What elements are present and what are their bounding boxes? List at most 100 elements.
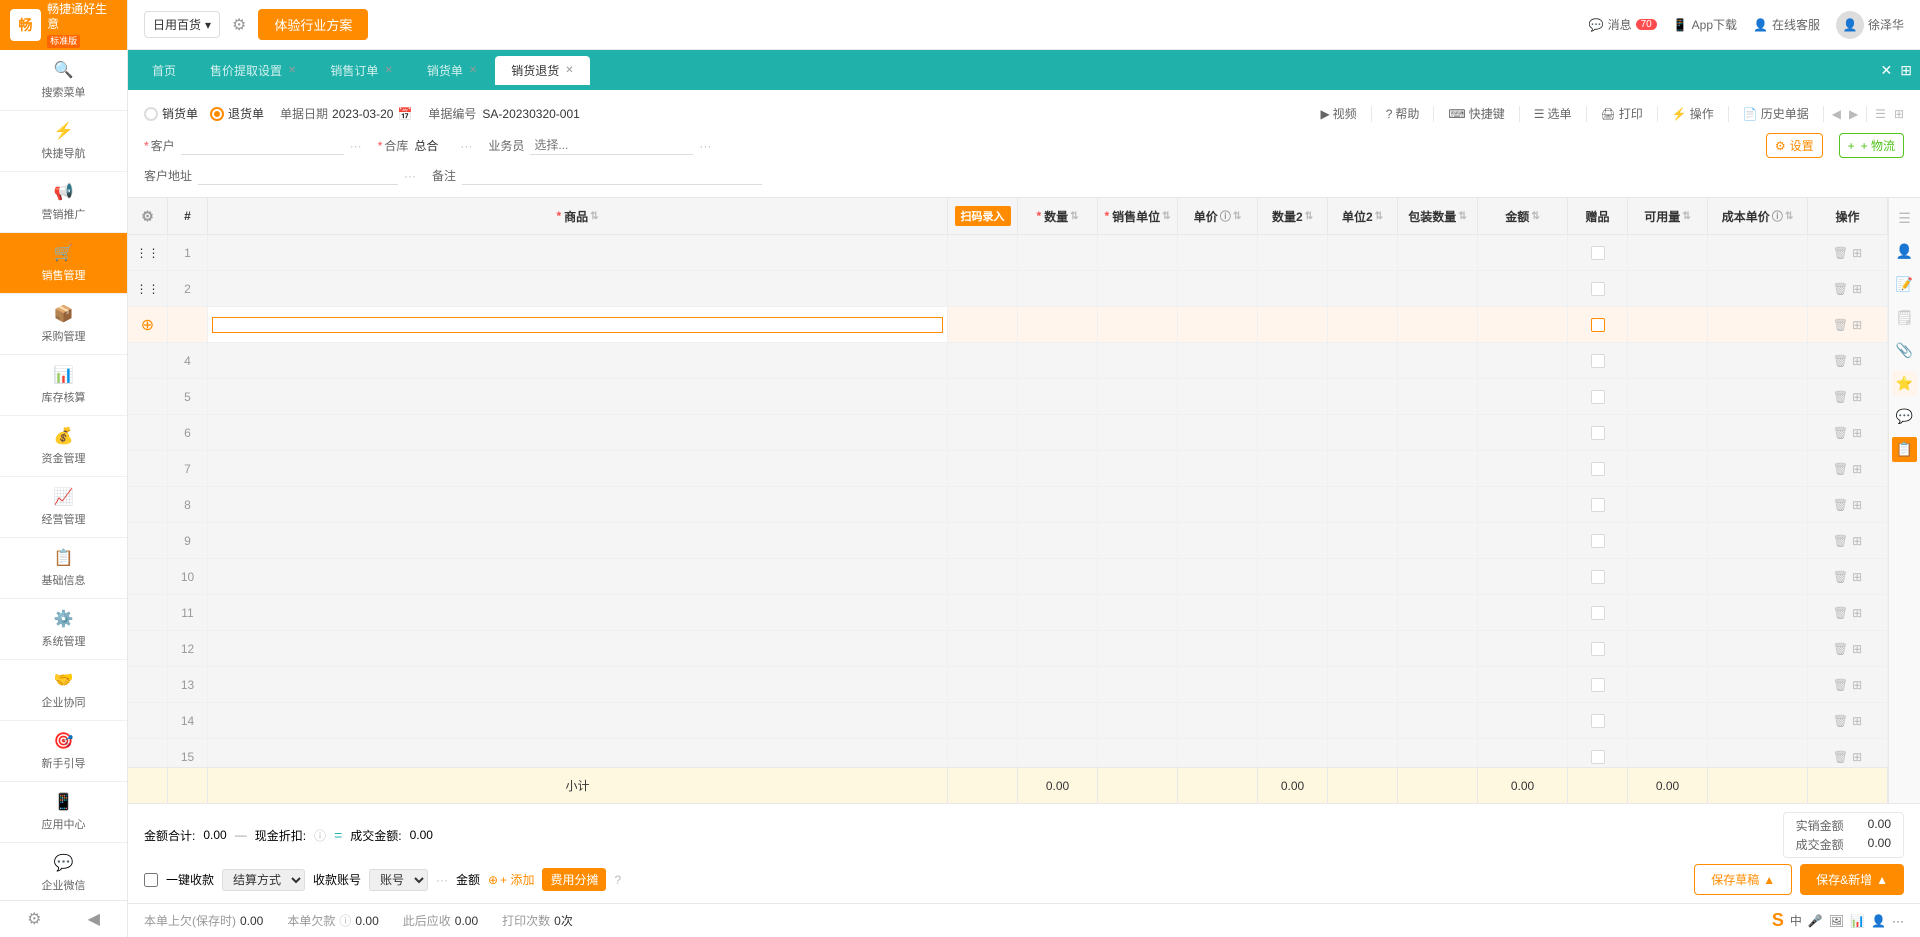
- cell-settings-1[interactable]: ⋮⋮: [128, 235, 168, 270]
- gift-checkbox-3[interactable]: [1591, 318, 1605, 332]
- copy-icon[interactable]: ⊞: [1852, 426, 1862, 440]
- delete-icon[interactable]: 🗑: [1833, 714, 1848, 728]
- app-download-btn[interactable]: 📱 App下载: [1673, 16, 1737, 33]
- right-panel-icon-1[interactable]: ☰: [1894, 206, 1915, 231]
- cell-price-3[interactable]: [1178, 307, 1258, 342]
- delete-row-icon-2[interactable]: 🗑: [1833, 282, 1848, 296]
- tab-close-sales-delivery[interactable]: ✕: [469, 65, 477, 76]
- delete-icon[interactable]: 🗑: [1833, 678, 1848, 692]
- delete-icon[interactable]: 🗑: [1833, 426, 1848, 440]
- add-row-icon[interactable]: ⊕: [141, 315, 154, 335]
- cell-unit2-2[interactable]: [1328, 271, 1398, 306]
- right-panel-icon-5[interactable]: 📎: [1892, 338, 1917, 363]
- tab-price-setting[interactable]: 售价提取设置 ✕: [194, 56, 312, 85]
- tab-close-all-icon[interactable]: ✕: [1881, 62, 1893, 79]
- nav-next-icon[interactable]: ▶: [1849, 107, 1858, 121]
- sidebar-item-finance[interactable]: 💰 资金管理: [0, 416, 127, 477]
- settle-method-select[interactable]: 结算方式: [222, 869, 305, 891]
- cell-gift-1[interactable]: [1568, 235, 1628, 270]
- calendar-icon[interactable]: 📅: [397, 107, 412, 121]
- cell-gift-3[interactable]: [1568, 307, 1628, 342]
- delete-icon[interactable]: 🗑: [1833, 390, 1848, 404]
- amount-input-1[interactable]: [1482, 246, 1563, 260]
- qty-input-1[interactable]: [1022, 246, 1093, 260]
- fee-split-help-icon[interactable]: ?: [614, 873, 621, 887]
- delete-icon[interactable]: 🗑: [1833, 498, 1848, 512]
- table-icon[interactable]: 📊: [1850, 914, 1865, 928]
- history-btn[interactable]: 📄 历史单据: [1737, 102, 1815, 125]
- delete-icon[interactable]: 🗑: [1833, 534, 1848, 548]
- cell-gift-2[interactable]: [1568, 271, 1628, 306]
- copy-icon[interactable]: ⊞: [1852, 606, 1862, 620]
- cell-unit-3[interactable]: [1098, 307, 1178, 342]
- tab-menu-icon[interactable]: ⊞: [1900, 62, 1912, 79]
- product-input-1[interactable]: [212, 246, 943, 260]
- gift-checkbox-2[interactable]: [1591, 282, 1605, 296]
- save-new-btn[interactable]: 保存&新增 ▲: [1800, 864, 1904, 895]
- copy-icon[interactable]: ⊞: [1852, 750, 1862, 764]
- gift-checkbox-1[interactable]: [1591, 246, 1605, 260]
- copy-icon[interactable]: ⊞: [1852, 498, 1862, 512]
- copy-icon[interactable]: ⊞: [1852, 462, 1862, 476]
- tab-sales-order[interactable]: 销售订单 ✕: [314, 56, 408, 85]
- delete-icon[interactable]: 🗑: [1833, 462, 1848, 476]
- delete-icon[interactable]: 🗑: [1833, 750, 1848, 764]
- img-icon[interactable]: 🖼: [1829, 914, 1844, 928]
- amount-sort-icon[interactable]: ⇅: [1531, 211, 1539, 222]
- save-draft-btn[interactable]: 保存草稿 ▲: [1694, 864, 1792, 895]
- cell-product-2[interactable]: [208, 271, 948, 306]
- cell-qty-1[interactable]: [1018, 235, 1098, 270]
- cell-qty-3[interactable]: [1018, 307, 1098, 342]
- sidebar-item-wechat[interactable]: 💬 企业微信: [0, 843, 127, 900]
- tab-sales-return[interactable]: 销货退货 ✕: [495, 56, 589, 85]
- cell-unit2-3[interactable]: [1328, 307, 1398, 342]
- staff-input[interactable]: [530, 136, 693, 155]
- scan-btn[interactable]: 扫码录入: [955, 206, 1011, 226]
- one-click-payment-checkbox[interactable]: [144, 873, 158, 887]
- copy-icon[interactable]: ⊞: [1852, 570, 1862, 584]
- address-input[interactable]: [198, 166, 398, 185]
- cell-pack-2[interactable]: [1398, 271, 1478, 306]
- qty2-input-1[interactable]: [1262, 246, 1323, 260]
- delete-row-icon-1[interactable]: 🗑: [1833, 246, 1848, 260]
- fee-split-btn[interactable]: 费用分摊: [542, 868, 606, 891]
- col-header-settings[interactable]: ⚙: [128, 198, 168, 234]
- price-sort-icon[interactable]: ⇅: [1233, 211, 1241, 222]
- cell-price-2[interactable]: [1178, 271, 1258, 306]
- sidebar-item-shortcut[interactable]: ⚡ 快捷导航: [0, 111, 127, 172]
- radio-delivery[interactable]: 销货单: [144, 105, 198, 122]
- product-input-3[interactable]: [212, 317, 943, 333]
- cell-unit-2[interactable]: [1098, 271, 1178, 306]
- unit2-input-1[interactable]: [1332, 246, 1393, 260]
- sidebar-item-system[interactable]: ⚙️ 系统管理: [0, 599, 127, 660]
- right-panel-icon-2[interactable]: 👤: [1892, 239, 1917, 264]
- customer-input[interactable]: [181, 136, 344, 155]
- sidebar-item-newguide[interactable]: 🎯 新手引导: [0, 721, 127, 782]
- delete-icon[interactable]: 🗑: [1833, 642, 1848, 656]
- sidebar-item-enterprise[interactable]: 🤝 企业协同: [0, 660, 127, 721]
- sidebar-item-search[interactable]: 🔍 搜索菜单: [0, 50, 127, 111]
- product-sort-icon[interactable]: ⇅: [590, 211, 598, 222]
- user-profile[interactable]: 👤 徐泽华: [1836, 11, 1904, 39]
- cell-qty-2[interactable]: [1018, 271, 1098, 306]
- cell-qty2-3[interactable]: [1258, 307, 1328, 342]
- mic-icon[interactable]: 🎤: [1808, 914, 1823, 928]
- cell-unit2-1[interactable]: [1328, 235, 1398, 270]
- topbar-settings-icon[interactable]: ⚙: [232, 15, 246, 35]
- cell-product-3[interactable]: [208, 307, 948, 342]
- tab-close-sales-order[interactable]: ✕: [384, 65, 392, 76]
- online-service-btn[interactable]: 👤 在线客服: [1753, 16, 1820, 33]
- copy-icon[interactable]: ⊞: [1852, 642, 1862, 656]
- single-debt-info-icon[interactable]: ⓘ: [339, 912, 351, 929]
- pack-sort-icon[interactable]: ⇅: [1458, 211, 1466, 222]
- copy-icon[interactable]: ⊞: [1852, 534, 1862, 548]
- view-grid-icon[interactable]: ⊞: [1894, 107, 1904, 121]
- cell-product-1[interactable]: [208, 235, 948, 270]
- settings-btn[interactable]: ⚙ 设置: [1766, 133, 1823, 158]
- experience-btn[interactable]: 体验行业方案: [258, 9, 368, 40]
- right-panel-icon-7[interactable]: 💬: [1892, 404, 1917, 429]
- pack-input-1[interactable]: [1402, 246, 1473, 260]
- copy-row-icon-2[interactable]: ⊞: [1852, 282, 1862, 296]
- unit2-sort-icon[interactable]: ⇅: [1375, 211, 1383, 222]
- account-select[interactable]: 账号: [369, 869, 428, 891]
